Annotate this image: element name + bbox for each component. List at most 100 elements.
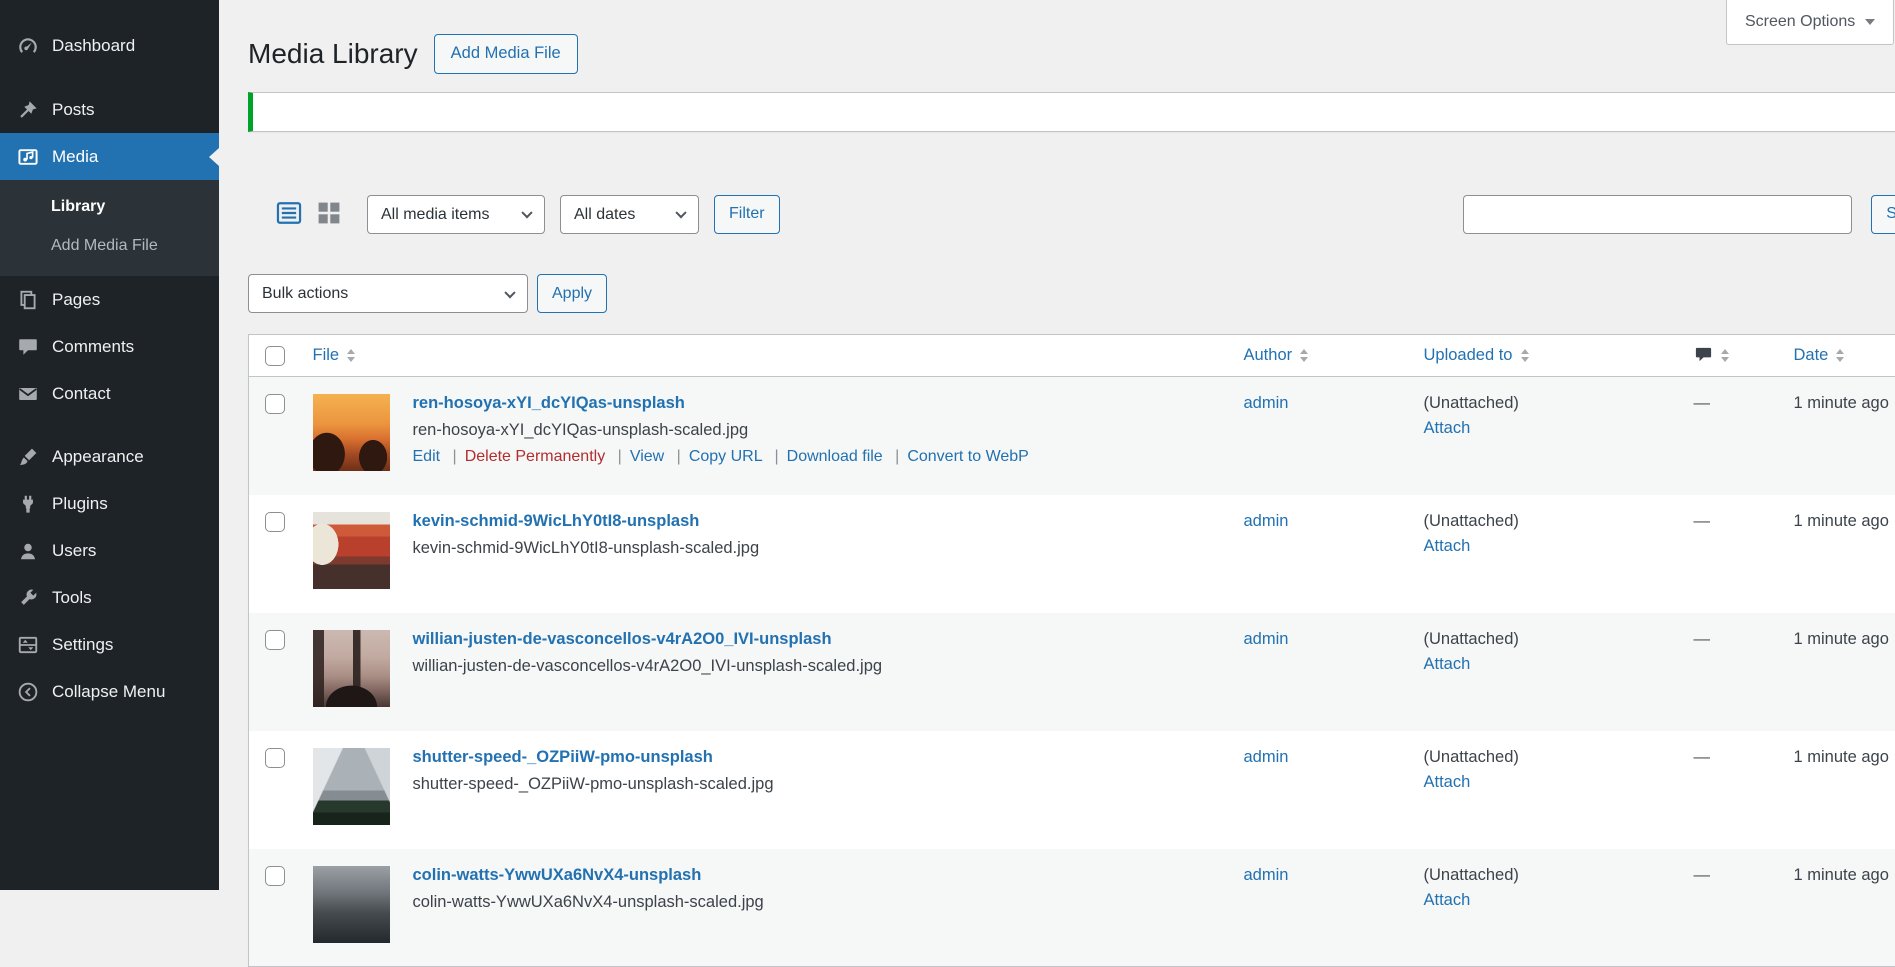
comment-bubble-icon xyxy=(1694,345,1713,366)
page-header: Media Library Add Media File xyxy=(248,33,1895,74)
bulk-actions-select[interactable]: Bulk actions xyxy=(248,274,528,313)
author-link[interactable]: admin xyxy=(1244,866,1289,884)
media-filename: willian-justen-de-vasconcellos-v4rA2O0_I… xyxy=(413,657,883,676)
search-media-button[interactable]: Search Media xyxy=(1871,195,1895,234)
attach-link[interactable]: Attach xyxy=(1424,773,1471,792)
filter-toolbar: All media items All dates Filter Search … xyxy=(248,194,1895,234)
attach-link[interactable]: Attach xyxy=(1424,419,1471,438)
copy-url-link[interactable]: Copy URL xyxy=(669,448,762,465)
sort-arrows-icon xyxy=(1721,349,1729,362)
sort-arrows-icon xyxy=(1836,349,1844,362)
attach-link[interactable]: Attach xyxy=(1424,655,1471,674)
bulk-actions-toolbar: Bulk actions Apply xyxy=(248,273,1895,314)
add-media-file-button[interactable]: Add Media File xyxy=(434,34,578,74)
upload-date: 1 minute ago xyxy=(1794,394,1889,412)
menu-separator xyxy=(0,417,219,433)
row-checkbox[interactable] xyxy=(265,866,285,886)
media-thumbnail[interactable] xyxy=(313,748,390,825)
table-body: ren-hosoya-xYI_dcYIQas-unsplash ren-hoso… xyxy=(249,377,1895,967)
author-link[interactable]: admin xyxy=(1244,630,1289,648)
attach-link[interactable]: Attach xyxy=(1424,537,1471,556)
author-link[interactable]: admin xyxy=(1244,512,1289,530)
list-view-icon xyxy=(276,200,302,229)
media-row: willian-justen-de-vasconcellos-v4rA2O0_I… xyxy=(249,613,1895,731)
media-filename: colin-watts-YwwUXa6NvX4-unsplash-scaled.… xyxy=(413,893,764,912)
delete-permanently-link[interactable]: Delete Permanently xyxy=(445,448,606,465)
date-filter-select[interactable]: All dates xyxy=(560,195,699,234)
media-title-link[interactable]: colin-watts-YwwUXa6NvX4-unsplash xyxy=(413,866,702,885)
sidebar-item-label: Media xyxy=(52,147,98,167)
sort-by-file[interactable]: File xyxy=(313,346,356,365)
sort-by-uploaded-to[interactable]: Uploaded to xyxy=(1424,346,1529,365)
row-checkbox[interactable] xyxy=(265,630,285,650)
media-title-link[interactable]: shutter-speed-_OZPiiW-pmo-unsplash xyxy=(413,748,713,767)
uploaded-to-status: (Unattached) xyxy=(1424,630,1674,649)
edit-link[interactable]: Edit xyxy=(413,448,441,465)
download-file-link[interactable]: Download file xyxy=(766,448,882,465)
sidebar-item-tools[interactable]: Tools xyxy=(0,574,219,621)
admin-sidebar: Dashboard Posts Media Library Add Media … xyxy=(0,0,219,890)
filter-button[interactable]: Filter xyxy=(714,195,780,234)
media-title-link[interactable]: kevin-schmid-9WicLhY0tI8-unsplash xyxy=(413,512,700,531)
media-type-filter-select[interactable]: All media items xyxy=(367,195,545,234)
media-title-link[interactable]: ren-hosoya-xYI_dcYIQas-unsplash xyxy=(413,394,685,413)
main-content: Media Library Add Media File All media i… xyxy=(219,0,1895,967)
media-icon xyxy=(17,146,39,168)
sidebar-item-users[interactable]: Users xyxy=(0,527,219,574)
comments-icon xyxy=(17,336,39,358)
sort-by-date[interactable]: Date xyxy=(1794,346,1845,365)
sidebar-item-appearance[interactable]: Appearance xyxy=(0,433,219,480)
row-checkbox[interactable] xyxy=(265,394,285,414)
media-filename: ren-hosoya-xYI_dcYIQas-unsplash-scaled.j… xyxy=(413,421,1029,440)
author-link[interactable]: admin xyxy=(1244,748,1289,766)
sidebar-item-contact[interactable]: Contact xyxy=(0,370,219,417)
collapse-arrow-icon xyxy=(17,681,39,703)
media-thumbnail[interactable] xyxy=(313,394,390,471)
sidebar-item-posts[interactable]: Posts xyxy=(0,86,219,133)
apply-button[interactable]: Apply xyxy=(537,274,607,313)
media-list-table: File Author Uploaded to xyxy=(248,334,1895,967)
sidebar-item-media[interactable]: Media xyxy=(0,133,219,180)
media-thumbnail[interactable] xyxy=(313,630,390,707)
media-thumbnail[interactable] xyxy=(313,512,390,589)
sidebar-item-label: Posts xyxy=(52,100,95,120)
sidebar-subitem-library[interactable]: Library xyxy=(0,187,219,226)
pages-icon xyxy=(17,289,39,311)
media-title-link[interactable]: willian-justen-de-vasconcellos-v4rA2O0_I… xyxy=(413,630,832,649)
comment-count: — xyxy=(1694,394,1711,412)
media-row: colin-watts-YwwUXa6NvX4-unsplash colin-w… xyxy=(249,849,1895,967)
sidebar-item-dashboard[interactable]: Dashboard xyxy=(0,22,219,69)
uploaded-to-status: (Unattached) xyxy=(1424,512,1674,531)
sidebar-item-comments[interactable]: Comments xyxy=(0,323,219,370)
dashboard-icon xyxy=(17,35,39,57)
list-view-button[interactable] xyxy=(276,200,302,229)
screen-options-tab[interactable]: Screen Options xyxy=(1726,0,1894,45)
sidebar-item-plugins[interactable]: Plugins xyxy=(0,480,219,527)
sort-by-comments[interactable] xyxy=(1694,345,1729,366)
row-checkbox[interactable] xyxy=(265,512,285,532)
search-box: Search Media xyxy=(1463,195,1895,234)
sort-by-author[interactable]: Author xyxy=(1244,346,1309,365)
sidebar-item-label: Settings xyxy=(52,635,113,655)
view-link[interactable]: View xyxy=(610,448,665,465)
author-link[interactable]: admin xyxy=(1244,394,1289,412)
convert-to-webp-link[interactable]: Convert to WebP xyxy=(887,448,1029,465)
sidebar-item-collapse-menu[interactable]: Collapse Menu xyxy=(0,668,219,715)
row-checkbox[interactable] xyxy=(265,748,285,768)
upload-date: 1 minute ago xyxy=(1794,630,1889,648)
sidebar-item-pages[interactable]: Pages xyxy=(0,276,219,323)
grid-view-button[interactable] xyxy=(316,200,342,229)
success-notice xyxy=(248,92,1895,132)
sidebar-item-label: Tools xyxy=(52,588,92,608)
sidebar-item-settings[interactable]: Settings xyxy=(0,621,219,668)
page-title: Media Library xyxy=(248,38,418,70)
table-header: File Author Uploaded to xyxy=(249,335,1895,377)
upload-date: 1 minute ago xyxy=(1794,748,1889,766)
media-thumbnail[interactable] xyxy=(313,866,390,943)
search-input[interactable] xyxy=(1463,195,1852,234)
attach-link[interactable]: Attach xyxy=(1424,891,1471,910)
sidebar-subitem-add-media-file[interactable]: Add Media File xyxy=(0,226,219,265)
admin-menu: Dashboard Posts Media Library Add Media … xyxy=(0,0,219,715)
sidebar-item-label: Users xyxy=(52,541,96,561)
select-all-checkbox[interactable] xyxy=(265,346,285,366)
